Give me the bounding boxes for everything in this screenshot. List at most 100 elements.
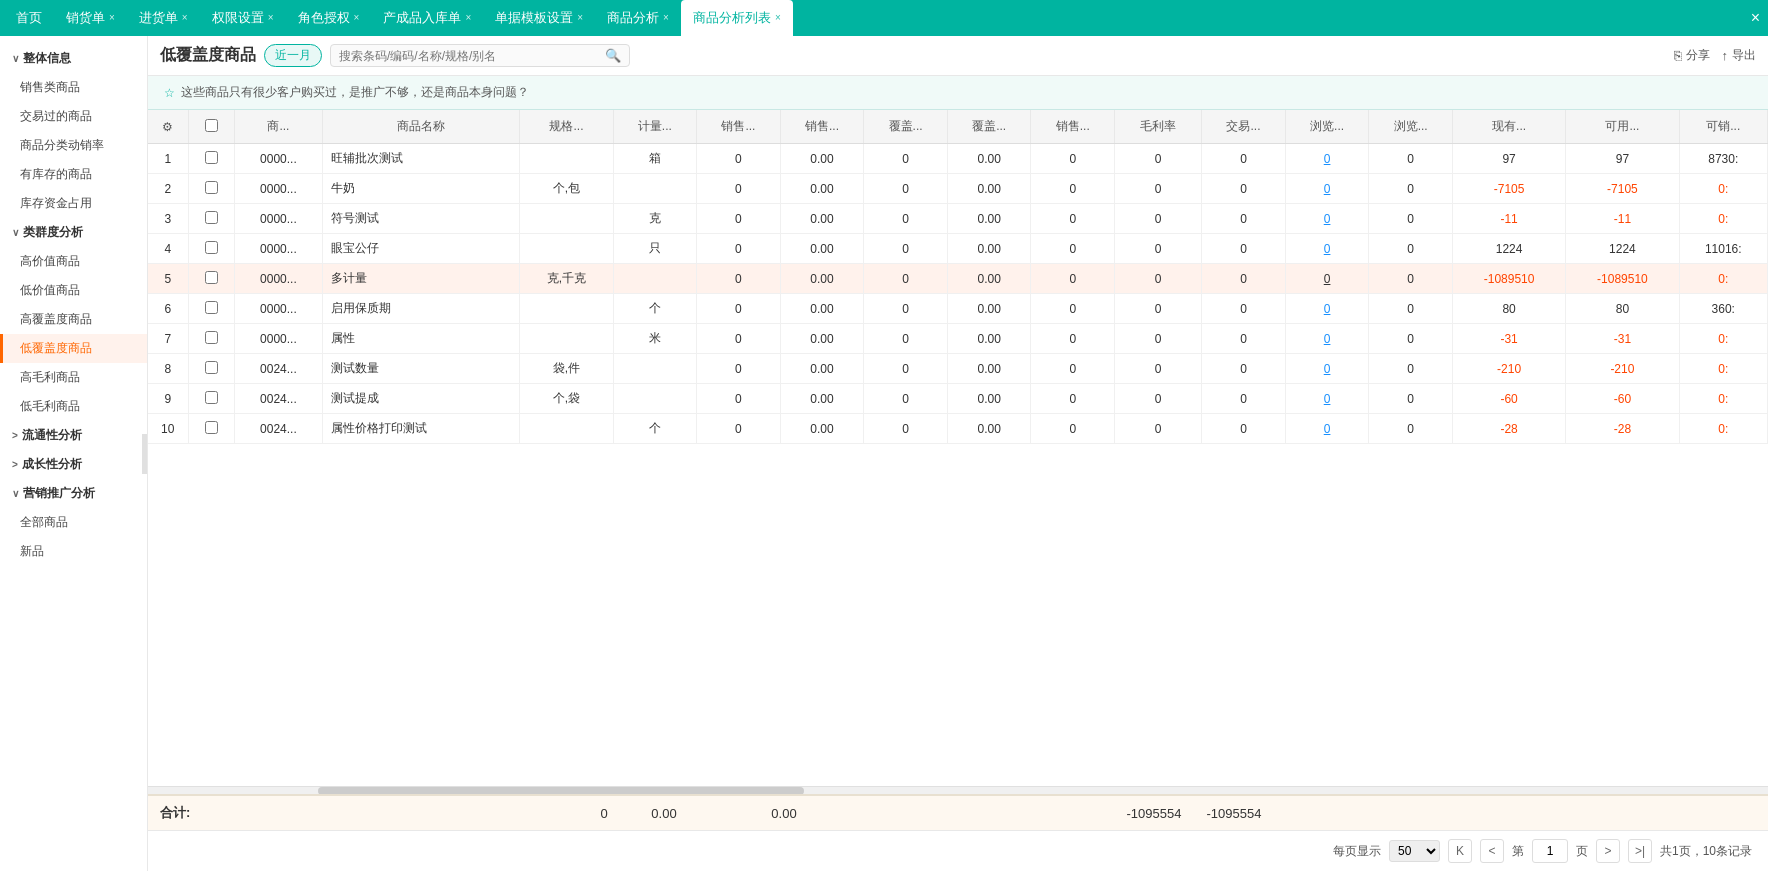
per-page-select[interactable]: 50 100 200 [1389, 840, 1440, 862]
sidebar-item-category-rate[interactable]: 商品分类动销率 [0, 131, 147, 160]
nav-tab-product-analysis[interactable]: 商品分析 × [595, 0, 681, 36]
sidebar-item-all-products[interactable]: 全部商品 [0, 508, 147, 537]
sidebar-item-sales-products[interactable]: 销售类商品 [0, 73, 147, 102]
row-browse1[interactable]: 0 [1285, 324, 1369, 354]
th-gross[interactable]: 毛利率 [1115, 110, 1202, 144]
th-stock1[interactable]: 现有... [1452, 110, 1565, 144]
sidebar-section-overview[interactable]: ∨ 整体信息 [0, 44, 147, 73]
nav-tab-template[interactable]: 单据模板设置 × [483, 0, 595, 36]
sidebar-item-low-value[interactable]: 低价值商品 [0, 276, 147, 305]
first-page-button[interactable]: K [1448, 839, 1472, 863]
th-name[interactable]: 商品名称 [323, 110, 520, 144]
row-checkbox[interactable] [188, 384, 234, 414]
row-unit [613, 384, 697, 414]
footer-stock2: -1095554 [1194, 806, 1274, 821]
row-checkbox[interactable] [188, 204, 234, 234]
close-icon[interactable]: × [109, 0, 115, 36]
row-browse1[interactable]: 0 [1285, 174, 1369, 204]
row-cover1: 0 [864, 324, 948, 354]
nav-tab-role-auth[interactable]: 角色授权 × [286, 0, 372, 36]
nav-tab-product-in[interactable]: 产成品入库单 × [371, 0, 483, 36]
prev-page-button[interactable]: < [1480, 839, 1504, 863]
nav-tab-permissions[interactable]: 权限设置 × [200, 0, 286, 36]
row-checkbox[interactable] [188, 144, 234, 174]
row-browse1[interactable]: 0 [1285, 354, 1369, 384]
th-trade[interactable]: 交易... [1202, 110, 1286, 144]
row-checkbox[interactable] [188, 354, 234, 384]
row-browse1[interactable]: 0 [1285, 264, 1369, 294]
close-icon[interactable]: × [577, 0, 583, 36]
th-sales3[interactable]: 销售... [1031, 110, 1115, 144]
sidebar-section-group[interactable]: ∨ 类群度分析 [0, 218, 147, 247]
th-unit[interactable]: 计量... [613, 110, 697, 144]
row-browse1[interactable]: 0 [1285, 384, 1369, 414]
sidebar-item-high-profit[interactable]: 高毛利商品 [0, 363, 147, 392]
filter-button[interactable]: 近一月 [264, 44, 322, 67]
th-cover1[interactable]: 覆盖... [864, 110, 948, 144]
row-browse1[interactable]: 0 [1285, 294, 1369, 324]
row-checkbox[interactable] [188, 264, 234, 294]
sidebar-item-in-stock[interactable]: 有库存的商品 [0, 160, 147, 189]
sidebar-item-new-products[interactable]: 新品 [0, 537, 147, 566]
nav-tab-sales[interactable]: 销货单 × [54, 0, 127, 36]
row-browse1[interactable]: 0 [1285, 204, 1369, 234]
share-button[interactable]: ⎘ 分享 [1674, 47, 1710, 64]
row-gross: 0 [1115, 294, 1202, 324]
row-browse1[interactable]: 0 [1285, 234, 1369, 264]
close-icon[interactable]: × [354, 0, 360, 36]
row-name: 启用保质期 [323, 294, 520, 324]
table-container[interactable]: ⚙ 商... 商品名称 规格... 计量... 销售... 销售... 覆盖..… [148, 110, 1768, 786]
row-checkbox[interactable] [188, 294, 234, 324]
row-name: 属性 [323, 324, 520, 354]
last-page-button[interactable]: >| [1628, 839, 1652, 863]
close-icon[interactable]: × [663, 0, 669, 36]
sidebar-item-high-value[interactable]: 高价值商品 [0, 247, 147, 276]
row-checkbox[interactable] [188, 234, 234, 264]
sidebar-item-low-profit[interactable]: 低毛利商品 [0, 392, 147, 421]
th-settings[interactable]: ⚙ [148, 110, 188, 144]
row-browse1[interactable]: 0 [1285, 414, 1369, 444]
close-icon[interactable]: × [465, 0, 471, 36]
row-code: 0000... [234, 324, 322, 354]
sidebar-section-circulation[interactable]: > 流通性分析 [0, 421, 147, 450]
row-index: 8 [148, 354, 188, 384]
sidebar-item-stock-capital[interactable]: 库存资金占用 [0, 189, 147, 218]
search-input[interactable] [339, 49, 605, 63]
th-stock2[interactable]: 可用... [1566, 110, 1679, 144]
page-label: 第 [1512, 843, 1524, 860]
sidebar-section-marketing[interactable]: ∨ 营销推广分析 [0, 479, 147, 508]
sidebar-section-growth[interactable]: > 成长性分析 [0, 450, 147, 479]
nav-tab-purchase[interactable]: 进货单 × [127, 0, 200, 36]
sidebar-item-traded-products[interactable]: 交易过的商品 [0, 102, 147, 131]
row-cover1: 0 [864, 294, 948, 324]
row-browse1[interactable]: 0 [1285, 144, 1369, 174]
row-checkbox[interactable] [188, 174, 234, 204]
th-sales2[interactable]: 销售... [780, 110, 864, 144]
th-stock3[interactable]: 可销... [1679, 110, 1767, 144]
close-icon[interactable]: × [182, 0, 188, 36]
select-all-checkbox[interactable] [205, 119, 218, 132]
th-sales1[interactable]: 销售... [697, 110, 781, 144]
th-spec[interactable]: 规格... [520, 110, 613, 144]
th-cover2[interactable]: 覆盖... [947, 110, 1031, 144]
nav-tab-product-list[interactable]: 商品分析列表 × [681, 0, 793, 36]
th-browse2[interactable]: 浏览... [1369, 110, 1453, 144]
row-stock2: 97 [1566, 144, 1679, 174]
close-icon[interactable]: × [775, 0, 781, 36]
row-gross: 0 [1115, 354, 1202, 384]
sidebar-item-high-coverage[interactable]: 高覆盖度商品 [0, 305, 147, 334]
page-input[interactable] [1532, 839, 1568, 863]
horizontal-scrollbar[interactable] [148, 786, 1768, 794]
next-page-button[interactable]: > [1596, 839, 1620, 863]
export-button[interactable]: ↑ 导出 [1722, 47, 1757, 64]
row-stock3: 0: [1679, 384, 1767, 414]
th-code[interactable]: 商... [234, 110, 322, 144]
th-browse1[interactable]: 浏览... [1285, 110, 1369, 144]
nav-tab-home[interactable]: 首页 [4, 0, 54, 36]
sidebar-item-low-coverage[interactable]: 低覆盖度商品 [0, 334, 147, 363]
row-checkbox[interactable] [188, 414, 234, 444]
row-checkbox[interactable] [188, 324, 234, 354]
close-all-button[interactable]: × [1751, 0, 1760, 36]
th-checkbox[interactable] [188, 110, 234, 144]
close-icon[interactable]: × [268, 0, 274, 36]
